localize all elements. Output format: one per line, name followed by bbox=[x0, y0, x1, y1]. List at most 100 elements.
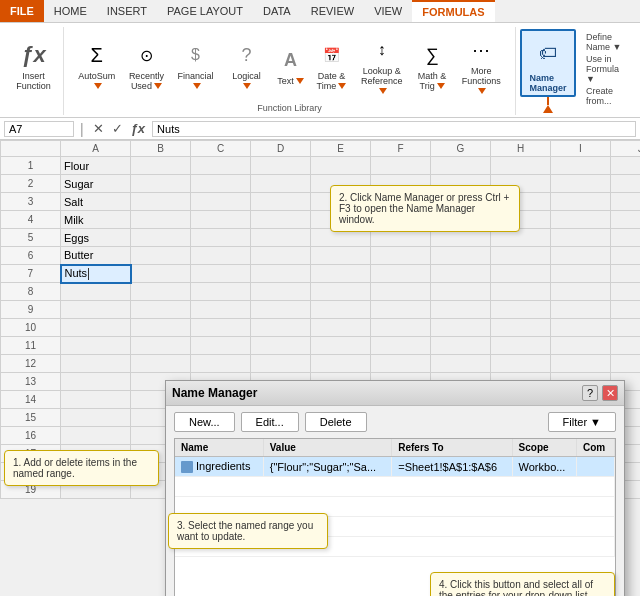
cell[interactable] bbox=[61, 337, 131, 355]
cell[interactable] bbox=[491, 157, 551, 175]
cell[interactable] bbox=[611, 157, 641, 175]
cell[interactable] bbox=[491, 319, 551, 337]
recently-used-button[interactable]: ⊙ RecentlyUsed bbox=[125, 37, 167, 93]
cell[interactable] bbox=[191, 175, 251, 193]
cell[interactable] bbox=[61, 391, 131, 409]
cell[interactable] bbox=[611, 337, 641, 355]
cell[interactable] bbox=[131, 319, 191, 337]
cell[interactable] bbox=[551, 211, 611, 229]
cell[interactable] bbox=[431, 157, 491, 175]
cell[interactable] bbox=[371, 337, 431, 355]
cell[interactable] bbox=[371, 301, 431, 319]
table-row[interactable]: 12 bbox=[1, 355, 641, 373]
cell[interactable] bbox=[431, 355, 491, 373]
cell[interactable] bbox=[61, 301, 131, 319]
cell[interactable] bbox=[251, 157, 311, 175]
cell[interactable] bbox=[311, 283, 371, 301]
text-button[interactable]: A Text bbox=[271, 42, 310, 88]
cell[interactable] bbox=[551, 229, 611, 247]
cell[interactable] bbox=[191, 211, 251, 229]
cell[interactable] bbox=[371, 157, 431, 175]
use-in-formula-item[interactable]: Use inFormula ▼ bbox=[586, 53, 628, 85]
cell[interactable] bbox=[551, 319, 611, 337]
cell[interactable] bbox=[191, 283, 251, 301]
tab-formulas[interactable]: FORMULAS bbox=[412, 0, 494, 22]
cell[interactable] bbox=[131, 283, 191, 301]
name-box[interactable] bbox=[4, 121, 74, 137]
table-row[interactable]: 6Butter bbox=[1, 247, 641, 265]
cell[interactable] bbox=[551, 193, 611, 211]
tab-view[interactable]: VIEW bbox=[364, 0, 412, 22]
cell[interactable]: Milk bbox=[61, 211, 131, 229]
tab-file[interactable]: FILE bbox=[0, 0, 44, 22]
cell[interactable]: Flour bbox=[61, 157, 131, 175]
table-row[interactable]: 1Flour bbox=[1, 157, 641, 175]
cell[interactable] bbox=[61, 283, 131, 301]
cell[interactable] bbox=[311, 301, 371, 319]
cell[interactable] bbox=[611, 247, 641, 265]
table-row[interactable]: 8 bbox=[1, 283, 641, 301]
cell[interactable] bbox=[131, 193, 191, 211]
cell[interactable] bbox=[311, 355, 371, 373]
cell[interactable] bbox=[551, 157, 611, 175]
cell[interactable] bbox=[191, 247, 251, 265]
cell[interactable] bbox=[611, 301, 641, 319]
dialog-help-button[interactable]: ? bbox=[582, 385, 598, 401]
cell[interactable] bbox=[491, 283, 551, 301]
cell[interactable] bbox=[431, 301, 491, 319]
cell[interactable] bbox=[431, 265, 491, 283]
tab-insert[interactable]: INSERT bbox=[97, 0, 157, 22]
cell[interactable] bbox=[251, 193, 311, 211]
cell[interactable] bbox=[61, 373, 131, 391]
cell[interactable] bbox=[251, 175, 311, 193]
cell[interactable] bbox=[311, 157, 371, 175]
cell[interactable] bbox=[551, 175, 611, 193]
date-time-button[interactable]: 📅 Date &Time bbox=[312, 37, 351, 93]
cell[interactable] bbox=[611, 211, 641, 229]
cell[interactable] bbox=[611, 193, 641, 211]
cell[interactable] bbox=[251, 247, 311, 265]
cell[interactable] bbox=[491, 265, 551, 283]
cell[interactable]: Salt bbox=[61, 193, 131, 211]
cell[interactable] bbox=[491, 355, 551, 373]
cell[interactable] bbox=[191, 157, 251, 175]
table-row[interactable]: 9 bbox=[1, 301, 641, 319]
cell[interactable] bbox=[191, 319, 251, 337]
named-range-row[interactable]: Ingredients {"Flour";"Sugar";"Sa... =She… bbox=[175, 457, 615, 477]
tab-page-layout[interactable]: PAGE LAYOUT bbox=[157, 0, 253, 22]
cell[interactable] bbox=[251, 355, 311, 373]
cell[interactable] bbox=[251, 211, 311, 229]
cell[interactable] bbox=[371, 283, 431, 301]
cell[interactable] bbox=[491, 247, 551, 265]
cell[interactable] bbox=[551, 247, 611, 265]
cell[interactable] bbox=[491, 301, 551, 319]
cell[interactable] bbox=[311, 319, 371, 337]
cell[interactable] bbox=[431, 283, 491, 301]
insert-function-bar-button[interactable]: ƒx bbox=[128, 120, 148, 137]
cell[interactable] bbox=[611, 319, 641, 337]
cell[interactable] bbox=[611, 229, 641, 247]
name-manager-button[interactable]: 🏷 NameManager bbox=[520, 29, 576, 97]
cell[interactable]: Eggs bbox=[61, 229, 131, 247]
create-from-selection-item[interactable]: Createfrom... bbox=[586, 85, 628, 107]
delete-button[interactable]: Delete bbox=[305, 412, 367, 432]
cancel-formula-button[interactable]: ✕ bbox=[90, 120, 107, 137]
cell[interactable] bbox=[131, 355, 191, 373]
cell[interactable] bbox=[371, 247, 431, 265]
cell[interactable] bbox=[191, 229, 251, 247]
insert-function-button[interactable]: ƒx InsertFunction bbox=[12, 37, 55, 93]
table-row[interactable]: 5Eggs bbox=[1, 229, 641, 247]
dialog-close-x-button[interactable]: ✕ bbox=[602, 385, 618, 401]
lookup-ref-button[interactable]: ↕ Lookup &Reference bbox=[353, 32, 411, 98]
logical-button[interactable]: ? Logical bbox=[224, 37, 269, 93]
cell[interactable] bbox=[191, 301, 251, 319]
autosum-button[interactable]: Σ AutoSum bbox=[70, 37, 123, 93]
cell[interactable] bbox=[251, 337, 311, 355]
cell[interactable] bbox=[611, 355, 641, 373]
cell[interactable] bbox=[61, 355, 131, 373]
cell[interactable] bbox=[131, 301, 191, 319]
cell[interactable] bbox=[191, 265, 251, 283]
cell[interactable] bbox=[191, 355, 251, 373]
table-row[interactable]: 11 bbox=[1, 337, 641, 355]
cell[interactable]: Sugar bbox=[61, 175, 131, 193]
